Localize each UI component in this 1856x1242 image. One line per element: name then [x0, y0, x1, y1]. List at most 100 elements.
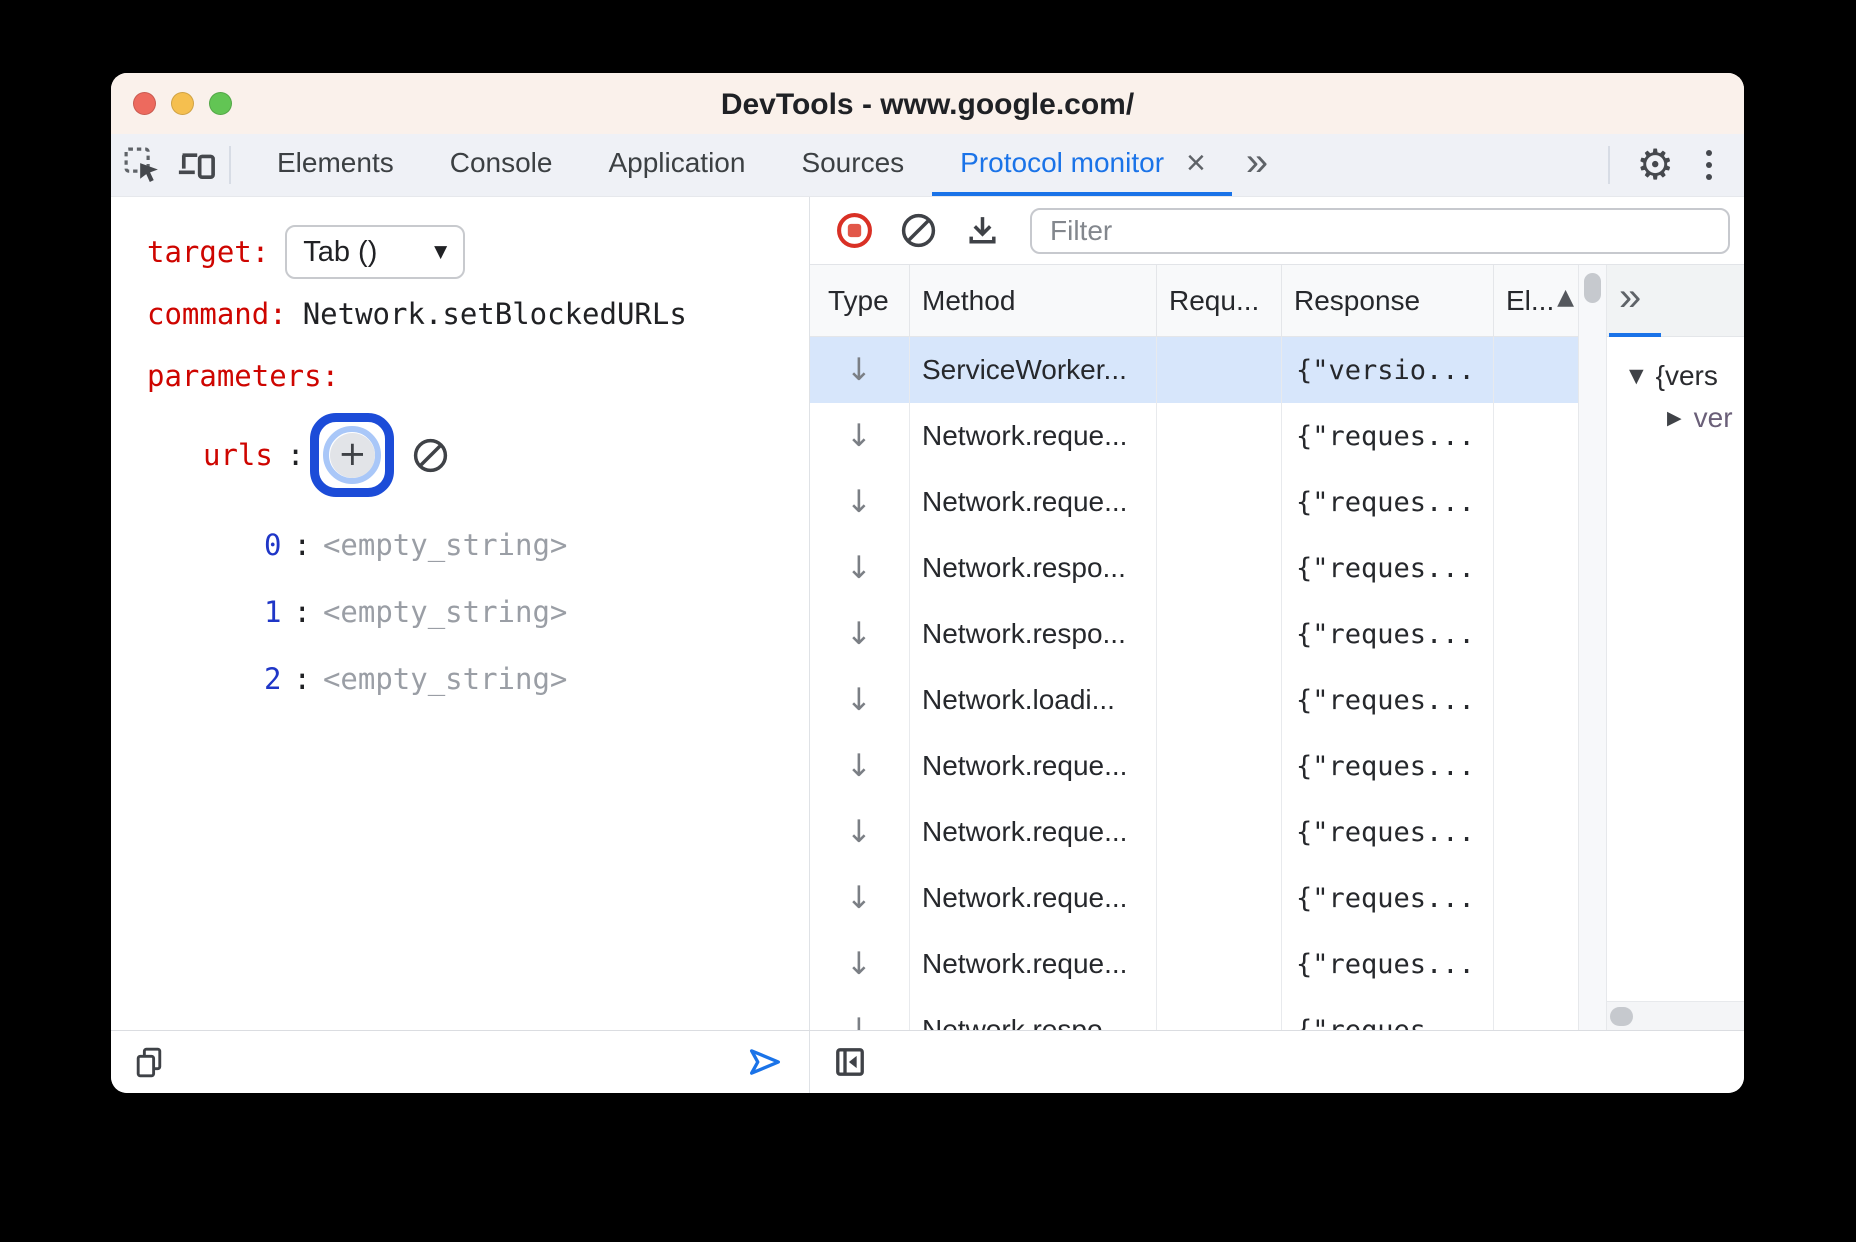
row-request-cell	[1157, 403, 1282, 469]
send-icon	[745, 1042, 785, 1082]
received-arrow-icon: ↓	[846, 487, 872, 518]
colon-separator: :	[293, 528, 310, 562]
clear-log-button[interactable]	[900, 212, 937, 249]
column-header-response[interactable]: Response	[1282, 265, 1494, 336]
column-header-method[interactable]: Method	[910, 265, 1157, 336]
row-elapsed-cell	[1494, 997, 1578, 1030]
object-tree-row[interactable]: ▼ {vers	[1607, 355, 1744, 397]
table-row[interactable]: ↓ ServiceWorker... {"versio...	[810, 337, 1578, 403]
table-row[interactable]: ↓ Network.reque... {"reques...	[810, 403, 1578, 469]
panel-tab-label: Protocol monitor	[960, 147, 1164, 179]
collapse-sidebar-button[interactable]	[830, 1042, 870, 1082]
row-response-cell: {"reques...	[1282, 535, 1494, 601]
table-row[interactable]: ↓ Network.reque... {"reques...	[810, 931, 1578, 997]
tree-node-label: ver	[1694, 402, 1733, 434]
urls-parameter-row: urls : +	[203, 399, 809, 511]
table-vertical-scrollbar[interactable]	[1578, 265, 1607, 1030]
row-type-cell: ↓	[810, 535, 910, 601]
filter-input[interactable]	[1030, 208, 1730, 254]
target-select[interactable]: Tab () ▼	[285, 225, 465, 279]
close-tab-icon[interactable]: ×	[1164, 146, 1222, 180]
active-tab-indicator	[1609, 333, 1661, 337]
protocol-monitor-toolbar	[810, 197, 1744, 265]
row-elapsed-cell	[1494, 799, 1578, 865]
protocol-monitor-panel: Type Method Requ... Response El... ▲ ↓ S…	[810, 197, 1744, 1030]
row-response-cell: {"reques...	[1282, 469, 1494, 535]
row-response-cell: {"reques...	[1282, 997, 1494, 1030]
settings-gear-icon[interactable]: ⚙	[1636, 144, 1674, 186]
row-method-cell: Network.loadi...	[910, 667, 1157, 733]
row-method-cell: Network.respo...	[910, 601, 1157, 667]
title-bar: DevTools - www.google.com/	[111, 73, 1744, 134]
row-request-cell	[1157, 535, 1282, 601]
table-row[interactable]: ↓ Network.respo... {"reques...	[810, 601, 1578, 667]
row-response-cell: {"versio...	[1282, 337, 1494, 403]
command-editor-panel: target: Tab () ▼ command: Network.setBlo…	[111, 197, 810, 1030]
received-arrow-icon: ↓	[846, 553, 872, 584]
table-row[interactable]: ↓ Network.loadi... {"reques...	[810, 667, 1578, 733]
table-row[interactable]: ↓ Network.respo... {"reques...	[810, 535, 1578, 601]
add-url-button[interactable]: +	[330, 433, 375, 478]
tab-elements[interactable]: Elements	[249, 134, 422, 196]
row-method-cell: Network.reque...	[910, 931, 1157, 997]
inspect-element-button[interactable]	[119, 142, 165, 188]
column-header-type[interactable]: Type	[810, 265, 910, 336]
table-row[interactable]: ↓ Network.reque... {"reques...	[810, 733, 1578, 799]
device-toolbar-button[interactable]	[173, 142, 219, 188]
expand-sidebar-icon[interactable]: »	[1619, 277, 1641, 317]
sidebar-horizontal-scrollbar[interactable]	[1607, 1001, 1744, 1030]
more-tabs-button[interactable]: »	[1232, 142, 1282, 182]
tree-expand-icon[interactable]: ▼	[1629, 365, 1644, 387]
devtools-tab-bar: Elements Console Application Sources Pro…	[111, 134, 1744, 197]
received-arrow-icon: ↓	[846, 751, 872, 782]
row-elapsed-cell	[1494, 535, 1578, 601]
send-command-button[interactable]	[745, 1042, 785, 1082]
row-response-cell: {"reques...	[1282, 601, 1494, 667]
command-key-label: command:	[147, 297, 287, 331]
row-elapsed-cell	[1494, 865, 1578, 931]
object-tree-row[interactable]: ▶ ver	[1607, 397, 1744, 439]
panel-tab-label: Elements	[277, 147, 394, 179]
column-header-elapsed[interactable]: El... ▲	[1494, 265, 1578, 336]
panel-tab-label: Sources	[801, 147, 904, 179]
column-header-request[interactable]: Requ...	[1157, 265, 1282, 336]
detail-sidebar: » ▼ {vers ▶ ver	[1607, 265, 1744, 1030]
tab-protocol-monitor[interactable]: Protocol monitor ×	[932, 134, 1232, 196]
row-request-cell	[1157, 799, 1282, 865]
tab-application[interactable]: Application	[580, 134, 773, 196]
row-response-cell: {"reques...	[1282, 667, 1494, 733]
row-method-cell: Network.reque...	[910, 403, 1157, 469]
row-request-cell	[1157, 469, 1282, 535]
table-row[interactable]: ↓ Network.respo... {"reques...	[810, 997, 1578, 1030]
tab-console[interactable]: Console	[422, 134, 581, 196]
tab-sources[interactable]: Sources	[773, 134, 932, 196]
collapse-panel-icon	[830, 1042, 870, 1082]
copy-command-button[interactable]	[131, 1044, 168, 1081]
row-method-cell: Network.respo...	[910, 997, 1157, 1030]
array-item-value-field[interactable]: <empty_string>	[323, 595, 567, 629]
bottom-toolbar-left	[111, 1031, 810, 1093]
row-elapsed-cell	[1494, 337, 1578, 403]
record-stop-button[interactable]	[836, 212, 873, 249]
toolbar-divider	[229, 146, 231, 184]
tree-expand-icon[interactable]: ▶	[1667, 407, 1682, 429]
command-value[interactable]: Network.setBlockedURLs	[303, 297, 687, 331]
array-item-value-field[interactable]: <empty_string>	[323, 662, 567, 696]
row-request-cell	[1157, 667, 1282, 733]
devtools-window: DevTools - www.google.com/ Elements Cons…	[111, 73, 1744, 1093]
scrollbar-thumb[interactable]	[1610, 1007, 1633, 1026]
delete-parameter-button[interactable]	[412, 437, 449, 474]
table-row[interactable]: ↓ Network.reque... {"reques...	[810, 469, 1578, 535]
table-row[interactable]: ↓ Network.reque... {"reques...	[810, 799, 1578, 865]
chevron-down-icon: ▼	[434, 242, 447, 262]
url-array-item: 0 : <empty_string>	[264, 511, 809, 578]
tab-bar-right: ⚙	[1598, 134, 1744, 196]
target-row: target: Tab () ▼	[147, 223, 809, 281]
table-row[interactable]: ↓ Network.reque... {"reques...	[810, 865, 1578, 931]
save-download-button[interactable]	[964, 212, 1001, 249]
scrollbar-thumb[interactable]	[1584, 273, 1601, 303]
block-icon	[412, 437, 449, 474]
main-menu-kebab-icon[interactable]	[1690, 150, 1728, 180]
row-method-cell: Network.reque...	[910, 733, 1157, 799]
array-item-value-field[interactable]: <empty_string>	[323, 528, 567, 562]
